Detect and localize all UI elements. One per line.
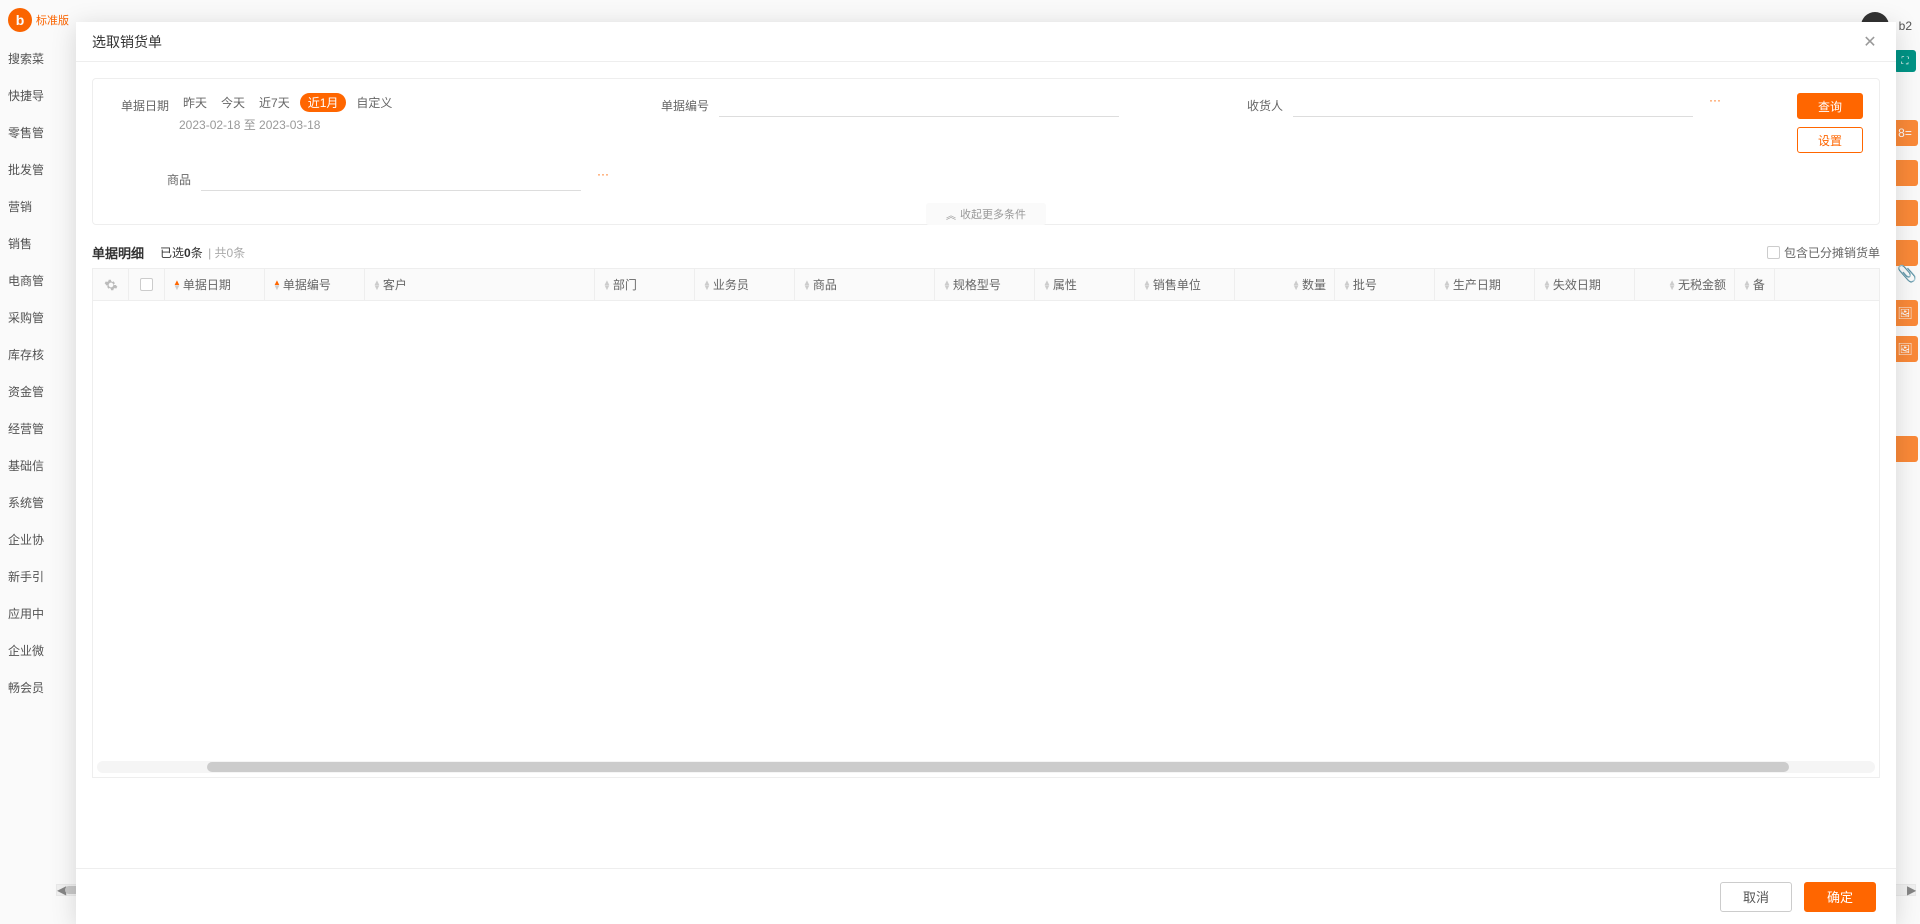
date-range-option[interactable]: 自定义 [352,93,396,112]
sort-icon[interactable]: ▲▼ [1543,280,1551,290]
column-header[interactable]: ▲▼客户 [365,269,595,300]
modal-body: 单据日期 昨天今天近7天近1月自定义 2023-02-18 至 2023-03-… [76,62,1896,868]
column-label: 客户 [383,276,407,293]
table-horizontal-scrollbar[interactable] [97,761,1875,773]
modal-title: 选取销货单 [92,32,162,52]
tab-detail[interactable]: 单据明细 [92,243,144,262]
column-label: 单据日期 [183,276,231,293]
filter-receiver-group: 收货人 ··· [1223,93,1757,153]
date-range-option[interactable]: 今天 [217,93,249,112]
filter-code-label: 单据编号 [649,93,709,114]
column-header[interactable]: ▲▼数量 [1235,269,1335,300]
sort-icon[interactable]: ▲▼ [1668,280,1676,290]
column-header[interactable]: ▲▼部门 [595,269,695,300]
table-header: ▲▼单据日期▲▼单据编号▲▼客户▲▼部门▲▼业务员▲▼商品▲▼规格型号▲▼属性▲… [93,269,1879,301]
date-quick-options: 昨天今天近7天近1月自定义 [179,93,396,112]
sort-icon[interactable]: ▲▼ [273,280,281,290]
column-label: 属性 [1053,276,1077,293]
column-header[interactable]: ▲▼失效日期 [1535,269,1635,300]
filter-action-buttons: 查询 设置 [1797,93,1863,153]
tabs-row: 单据明细 已选0条 | 共0条 包含已分摊销货单 [92,233,1880,268]
column-header[interactable]: ▲▼销售单位 [1135,269,1235,300]
column-label: 商品 [813,276,837,293]
column-label: 备 [1753,276,1765,293]
filter-code-group: 单据编号 [649,93,1183,153]
sort-icon[interactable]: ▲▼ [703,280,711,290]
column-header[interactable]: ▲▼单据编号 [265,269,365,300]
column-label: 业务员 [713,276,749,293]
date-range-option[interactable]: 昨天 [179,93,211,112]
column-label: 规格型号 [953,276,1001,293]
filter-receiver-more-icon[interactable]: ··· [1709,93,1721,107]
modal-footer: 取消 确定 [76,868,1896,924]
column-header[interactable]: ▲▼商品 [795,269,935,300]
column-label: 单据编号 [283,276,331,293]
column-header[interactable]: ▲▼备 [1735,269,1775,300]
sort-icon[interactable]: ▲▼ [1292,280,1300,290]
ok-button[interactable]: 确定 [1804,882,1876,912]
sort-icon[interactable]: ▲▼ [1043,280,1051,290]
column-label: 失效日期 [1553,276,1601,293]
column-label: 批号 [1353,276,1377,293]
column-header[interactable]: ▲▼单据日期 [165,269,265,300]
select-all-checkbox[interactable] [129,269,165,300]
search-button[interactable]: 查询 [1797,93,1863,119]
column-label: 销售单位 [1153,276,1201,293]
include-split-checkbox[interactable]: 包含已分摊销货单 [1767,244,1880,261]
close-icon[interactable]: ✕ [1860,32,1880,52]
column-header[interactable]: ▲▼批号 [1335,269,1435,300]
filter-receiver-input[interactable] [1293,93,1693,117]
gear-icon [104,278,118,292]
settings-button[interactable]: 设置 [1797,127,1863,153]
checkbox-icon[interactable] [1767,246,1780,259]
select-sales-order-modal: 选取销货单 ✕ 单据日期 昨天今天近7天近1月自定义 2023-02-18 至 … [76,22,1896,924]
column-header[interactable]: ▲▼生产日期 [1435,269,1535,300]
column-header[interactable]: ▲▼规格型号 [935,269,1035,300]
filter-goods-label: 商品 [109,167,191,188]
sort-icon[interactable]: ▲▼ [603,280,611,290]
date-range-text: 2023-02-18 至 2023-03-18 [179,116,396,133]
chevron-up-icon: ︽ [946,207,956,222]
collapse-conditions-button[interactable]: ︽ 收起更多条件 [926,203,1046,225]
filter-goods-input[interactable] [201,167,581,191]
filter-panel: 单据日期 昨天今天近7天近1月自定义 2023-02-18 至 2023-03-… [92,78,1880,225]
column-header[interactable]: ▲▼无税金额 [1635,269,1735,300]
filter-receiver-label: 收货人 [1223,93,1283,114]
filter-goods-group: 商品 ··· [109,167,609,191]
table-scroll-thumb[interactable] [207,762,1789,772]
sort-icon[interactable]: ▲▼ [1443,280,1451,290]
column-label: 部门 [613,276,637,293]
sort-icon[interactable]: ▲▼ [173,280,181,290]
column-header[interactable]: ▲▼业务员 [695,269,795,300]
modal-header: 选取销货单 ✕ [76,22,1896,62]
date-range-option[interactable]: 近1月 [300,93,347,112]
selected-count: 已选0条 | 共0条 [160,244,245,261]
sort-icon[interactable]: ▲▼ [1143,280,1151,290]
filter-goods-more-icon[interactable]: ··· [597,167,609,181]
table: ▲▼单据日期▲▼单据编号▲▼客户▲▼部门▲▼业务员▲▼商品▲▼规格型号▲▼属性▲… [92,268,1880,778]
sort-icon[interactable]: ▲▼ [373,280,381,290]
column-label: 生产日期 [1453,276,1501,293]
column-label: 无税金额 [1678,276,1726,293]
cancel-button[interactable]: 取消 [1720,882,1792,912]
filter-date-group: 单据日期 昨天今天近7天近1月自定义 2023-02-18 至 2023-03-… [109,93,609,153]
column-header[interactable]: ▲▼属性 [1035,269,1135,300]
sort-icon[interactable]: ▲▼ [1343,280,1351,290]
column-label: 数量 [1302,276,1326,293]
filter-code-input[interactable] [719,93,1119,117]
checkbox-icon[interactable] [140,278,153,291]
sort-icon[interactable]: ▲▼ [943,280,951,290]
sort-icon[interactable]: ▲▼ [1743,280,1751,290]
filter-date-label: 单据日期 [109,93,169,114]
date-range-option[interactable]: 近7天 [255,93,294,112]
column-settings-button[interactable] [93,269,129,300]
sort-icon[interactable]: ▲▼ [803,280,811,290]
